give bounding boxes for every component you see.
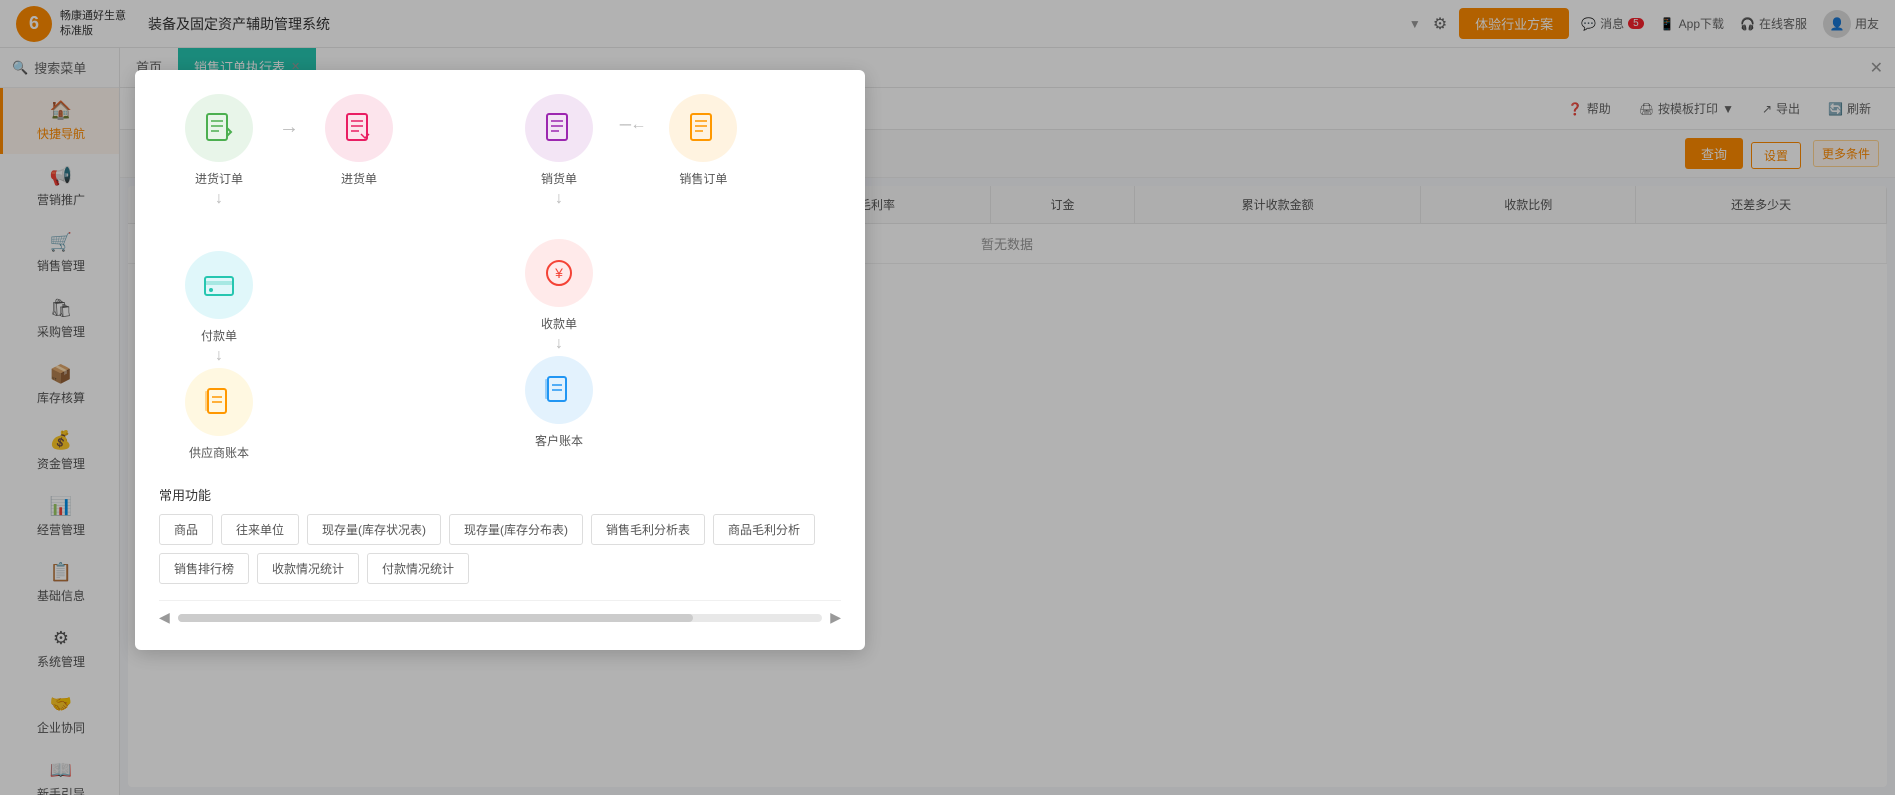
customer-ledger-icon [525, 356, 593, 424]
flow-item-payment[interactable]: 付款单 [159, 251, 279, 344]
cf-btn-unit[interactable]: 往来单位 [221, 514, 299, 545]
purchase-receipt-label: 进货单 [341, 170, 377, 187]
flow-item-receipt[interactable]: ¥ 收款单 [499, 239, 619, 332]
cf-btn-stock-dist[interactable]: 现存量(库存分布表) [449, 514, 583, 545]
cf-buttons-row2: 销售排行榜 收款情况统计 付款情况统计 [159, 553, 841, 584]
scroll-right-arrow[interactable]: ▶ [830, 609, 841, 626]
scroll-thumb [178, 614, 694, 622]
modal-scroll-bar: ◀ ▶ [159, 600, 841, 626]
flow-item-sales-receipt[interactable]: 销货单 [499, 94, 619, 187]
v-arrow-4: ↓ [555, 336, 563, 352]
cf-title: 常用功能 [159, 485, 841, 504]
flow-item-purchase-order[interactable]: 进货订单 [159, 94, 279, 187]
cf-btn-product-profit[interactable]: 商品毛利分析 [713, 514, 815, 545]
svg-text:¥: ¥ [554, 265, 563, 281]
cf-buttons: 商品 往来单位 现存量(库存状况表) 现存量(库存分布表) 销售毛利分析表 商品… [159, 514, 841, 545]
flow-section: 进货订单 ↓ 付款单 ↓ 供应商账本 [159, 94, 841, 461]
flow-item-sales-order[interactable]: 销售订单 [643, 94, 763, 187]
purchase-order-label: 进货订单 [195, 170, 243, 187]
purchase-order-icon [185, 94, 253, 162]
v-arrow-1: ↓ [215, 191, 223, 207]
purchase-receipt-icon [325, 94, 393, 162]
receipt-icon: ¥ [525, 239, 593, 307]
sales-receipt-icon [525, 94, 593, 162]
v-arrow-2: ↓ [215, 348, 223, 364]
supplier-ledger-icon [185, 368, 253, 436]
customer-ledger-label: 客户账本 [535, 432, 583, 449]
flow-item-customer-ledger[interactable]: 客户账本 [499, 356, 619, 449]
flow-item-supplier-ledger[interactable]: 供应商账本 [159, 368, 279, 461]
cf-btn-payment-stats[interactable]: 付款情况统计 [367, 553, 469, 584]
scroll-track[interactable] [178, 614, 822, 622]
common-functions: 常用功能 商品 往来单位 现存量(库存状况表) 现存量(库存分布表) 销售毛利分… [159, 485, 841, 584]
scroll-left-arrow[interactable]: ◀ [159, 609, 170, 626]
sales-order-label: 销售订单 [679, 170, 727, 187]
modal-overlay: 进货订单 ↓ 付款单 ↓ 供应商账本 [0, 0, 1895, 795]
cf-btn-receipt-stats[interactable]: 收款情况统计 [257, 553, 359, 584]
cf-btn-sales-rank[interactable]: 销售排行榜 [159, 553, 249, 584]
flow-modal: 进货订单 ↓ 付款单 ↓ 供应商账本 [135, 70, 865, 650]
supplier-ledger-label: 供应商账本 [189, 444, 249, 461]
sales-receipt-label: 销货单 [541, 170, 577, 187]
payment-label: 付款单 [201, 327, 237, 344]
cf-btn-sales-profit[interactable]: 销售毛利分析表 [591, 514, 705, 545]
v-arrow-3: ↓ [555, 191, 563, 207]
receipt-label: 收款单 [541, 315, 577, 332]
flow-item-purchase-receipt[interactable]: 进货单 [299, 94, 419, 187]
payment-icon [185, 251, 253, 319]
cf-btn-product[interactable]: 商品 [159, 514, 213, 545]
cf-btn-stock-status[interactable]: 现存量(库存状况表) [307, 514, 441, 545]
sales-order-icon [669, 94, 737, 162]
